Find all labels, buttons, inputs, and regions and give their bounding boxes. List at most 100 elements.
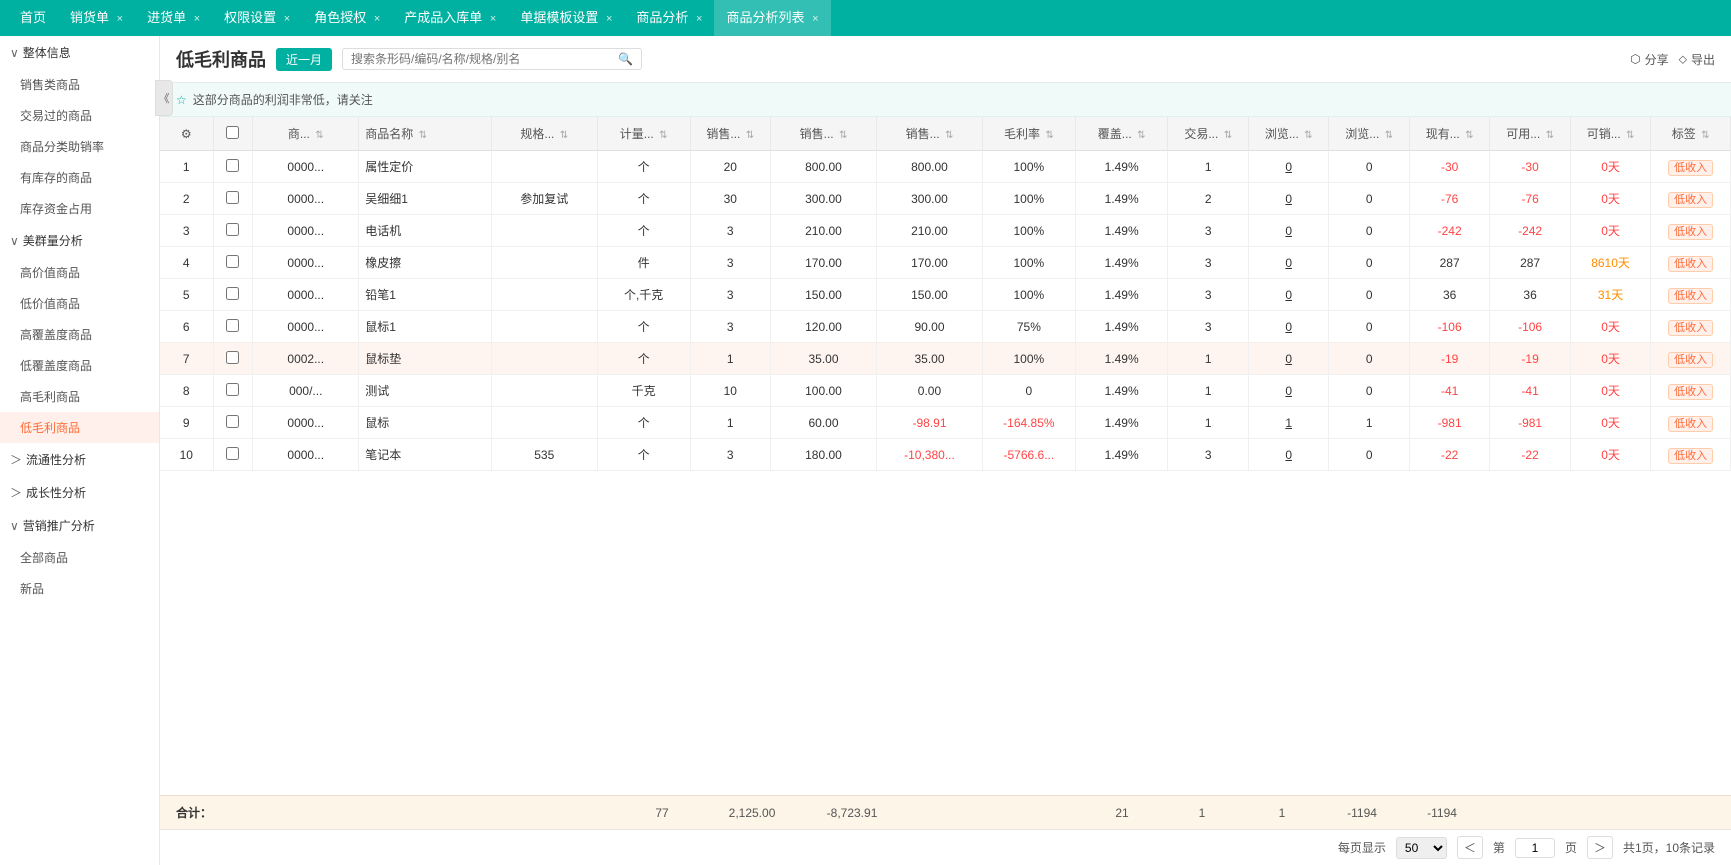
page-number-input[interactable] — [1515, 838, 1555, 858]
filter-button[interactable]: 近一月 — [276, 48, 332, 71]
sidebar-item-traded-goods[interactable]: 交易过的商品 — [0, 100, 159, 131]
row-checkbox[interactable] — [226, 159, 239, 172]
row-rate2: 1.49% — [1075, 183, 1168, 215]
row-check[interactable] — [213, 215, 253, 247]
row-unit: 个 — [597, 439, 690, 471]
th-seq: ⚙ — [160, 117, 213, 151]
th-check[interactable] — [213, 117, 253, 151]
row-check[interactable] — [213, 311, 253, 343]
page-size-select[interactable]: 50 100 200 — [1396, 837, 1447, 859]
th-gross-rate[interactable]: 毛利率 ⇅ — [982, 117, 1075, 151]
row-browse1[interactable]: 0 — [1248, 151, 1328, 183]
th-coverage[interactable]: 覆盖... ⇅ — [1075, 117, 1168, 151]
search-input[interactable] — [351, 52, 618, 66]
row-check[interactable] — [213, 183, 253, 215]
row-checkbox[interactable] — [226, 351, 239, 364]
row-checkbox[interactable] — [226, 223, 239, 236]
sidebar-item-all-goods[interactable]: 全部商品 — [0, 542, 159, 573]
total-stock: -1194 — [1332, 806, 1392, 820]
sidebar-item-in-stock[interactable]: 有库存的商品 — [0, 162, 159, 193]
row-browse1[interactable]: 0 — [1248, 279, 1328, 311]
row-checkbox[interactable] — [226, 447, 239, 460]
nav-permission[interactable]: 权限设置 × — [212, 0, 302, 36]
row-check[interactable] — [213, 343, 253, 375]
close-icon[interactable]: × — [490, 13, 496, 25]
th-name[interactable]: 商品名称 ⇅ — [359, 117, 492, 151]
close-icon[interactable]: × — [117, 13, 123, 25]
th-trade[interactable]: 交易... ⇅ — [1168, 117, 1248, 151]
settings-icon[interactable]: ⚙ — [181, 127, 192, 141]
sidebar-group-growth[interactable]: ＞ 成长性分析 — [0, 476, 159, 509]
prev-page-button[interactable]: ＜ — [1457, 836, 1483, 859]
row-check[interactable] — [213, 407, 253, 439]
sidebar-item-low-coverage[interactable]: 低覆盖度商品 — [0, 350, 159, 381]
select-all-checkbox[interactable] — [226, 126, 239, 139]
nav-product-analysis[interactable]: 商品分析 × — [624, 0, 714, 36]
sidebar-item-new-goods[interactable]: 新品 — [0, 573, 159, 604]
close-icon[interactable]: × — [374, 13, 380, 25]
th-tag[interactable]: 标签 ⇅ — [1651, 117, 1731, 151]
row-browse1[interactable]: 0 — [1248, 311, 1328, 343]
th-code[interactable]: 商... ⇅ — [253, 117, 359, 151]
search-icon[interactable]: 🔍 — [618, 52, 633, 66]
close-icon[interactable]: × — [812, 13, 818, 25]
sidebar-item-sales-goods[interactable]: 销售类商品 — [0, 69, 159, 100]
row-browse1[interactable]: 0 — [1248, 183, 1328, 215]
close-icon[interactable]: × — [284, 13, 290, 25]
search-box: 🔍 — [342, 48, 642, 70]
row-checkbox[interactable] — [226, 191, 239, 204]
sidebar-item-capital[interactable]: 库存资金占用 — [0, 193, 159, 224]
sidebar-group-beauty[interactable]: ∨ 美群量分析 — [0, 224, 159, 257]
th-browse1[interactable]: 浏览... ⇅ — [1248, 117, 1328, 151]
sidebar-item-low-value[interactable]: 低价值商品 — [0, 288, 159, 319]
export-button[interactable]: ⬦ 导出 — [1679, 51, 1715, 68]
th-sales-amount[interactable]: 销售... ⇅ — [876, 117, 982, 151]
nav-role[interactable]: 角色授权 × — [302, 0, 392, 36]
sidebar-item-low-margin[interactable]: 低毛利商品 — [0, 412, 159, 443]
row-check[interactable] — [213, 247, 253, 279]
th-sales-price[interactable]: 销售... ⇅ — [770, 117, 876, 151]
row-check[interactable] — [213, 279, 253, 311]
sidebar-collapse-button[interactable]: 《 — [155, 80, 173, 116]
row-checkbox[interactable] — [226, 255, 239, 268]
nav-home[interactable]: 首页 — [8, 0, 58, 36]
next-page-button[interactable]: ＞ — [1587, 836, 1613, 859]
sidebar-item-high-value[interactable]: 高价值商品 — [0, 257, 159, 288]
nav-product-analysis-list[interactable]: 商品分析列表 × — [714, 0, 830, 36]
share-button[interactable]: ⬡ 分享 — [1630, 51, 1669, 68]
nav-purchase[interactable]: 进货单 × — [135, 0, 212, 36]
row-check[interactable] — [213, 375, 253, 407]
row-qty: 10 — [690, 375, 770, 407]
row-checkbox[interactable] — [226, 319, 239, 332]
th-stock[interactable]: 现有... ⇅ — [1409, 117, 1489, 151]
nav-sales[interactable]: 销货单 × — [58, 0, 135, 36]
row-browse1[interactable]: 0 — [1248, 343, 1328, 375]
th-avail[interactable]: 可用... ⇅ — [1490, 117, 1570, 151]
sidebar-item-high-coverage[interactable]: 高覆盖度商品 — [0, 319, 159, 350]
sidebar-group-marketing[interactable]: ∨ 营销推广分析 — [0, 509, 159, 542]
row-checkbox[interactable] — [226, 383, 239, 396]
close-icon[interactable]: × — [606, 13, 612, 25]
row-browse1[interactable]: 0 — [1248, 375, 1328, 407]
th-spec[interactable]: 规格... ⇅ — [491, 117, 597, 151]
row-browse1[interactable]: 0 — [1248, 247, 1328, 279]
row-browse1[interactable]: 0 — [1248, 215, 1328, 247]
th-saleable[interactable]: 可销... ⇅ — [1570, 117, 1650, 151]
sidebar-group-overall[interactable]: ∨ 整体信息 — [0, 36, 159, 69]
nav-template[interactable]: 单据模板设置 × — [508, 0, 624, 36]
th-sales-qty[interactable]: 销售... ⇅ — [690, 117, 770, 151]
row-checkbox[interactable] — [226, 415, 239, 428]
sidebar-item-high-margin[interactable]: 高毛利商品 — [0, 381, 159, 412]
row-check[interactable] — [213, 439, 253, 471]
close-icon[interactable]: × — [696, 13, 702, 25]
sidebar-group-circulation[interactable]: ＞ 流通性分析 — [0, 443, 159, 476]
sidebar-item-category-rate[interactable]: 商品分类助销率 — [0, 131, 159, 162]
row-checkbox[interactable] — [226, 287, 239, 300]
th-unit[interactable]: 计量... ⇅ — [597, 117, 690, 151]
close-icon[interactable]: × — [194, 13, 200, 25]
row-browse1[interactable]: 0 — [1248, 439, 1328, 471]
th-browse2[interactable]: 浏览... ⇅ — [1329, 117, 1409, 151]
nav-product-inbound[interactable]: 产成品入库单 × — [392, 0, 508, 36]
row-check[interactable] — [213, 151, 253, 183]
row-browse1[interactable]: 1 — [1248, 407, 1328, 439]
